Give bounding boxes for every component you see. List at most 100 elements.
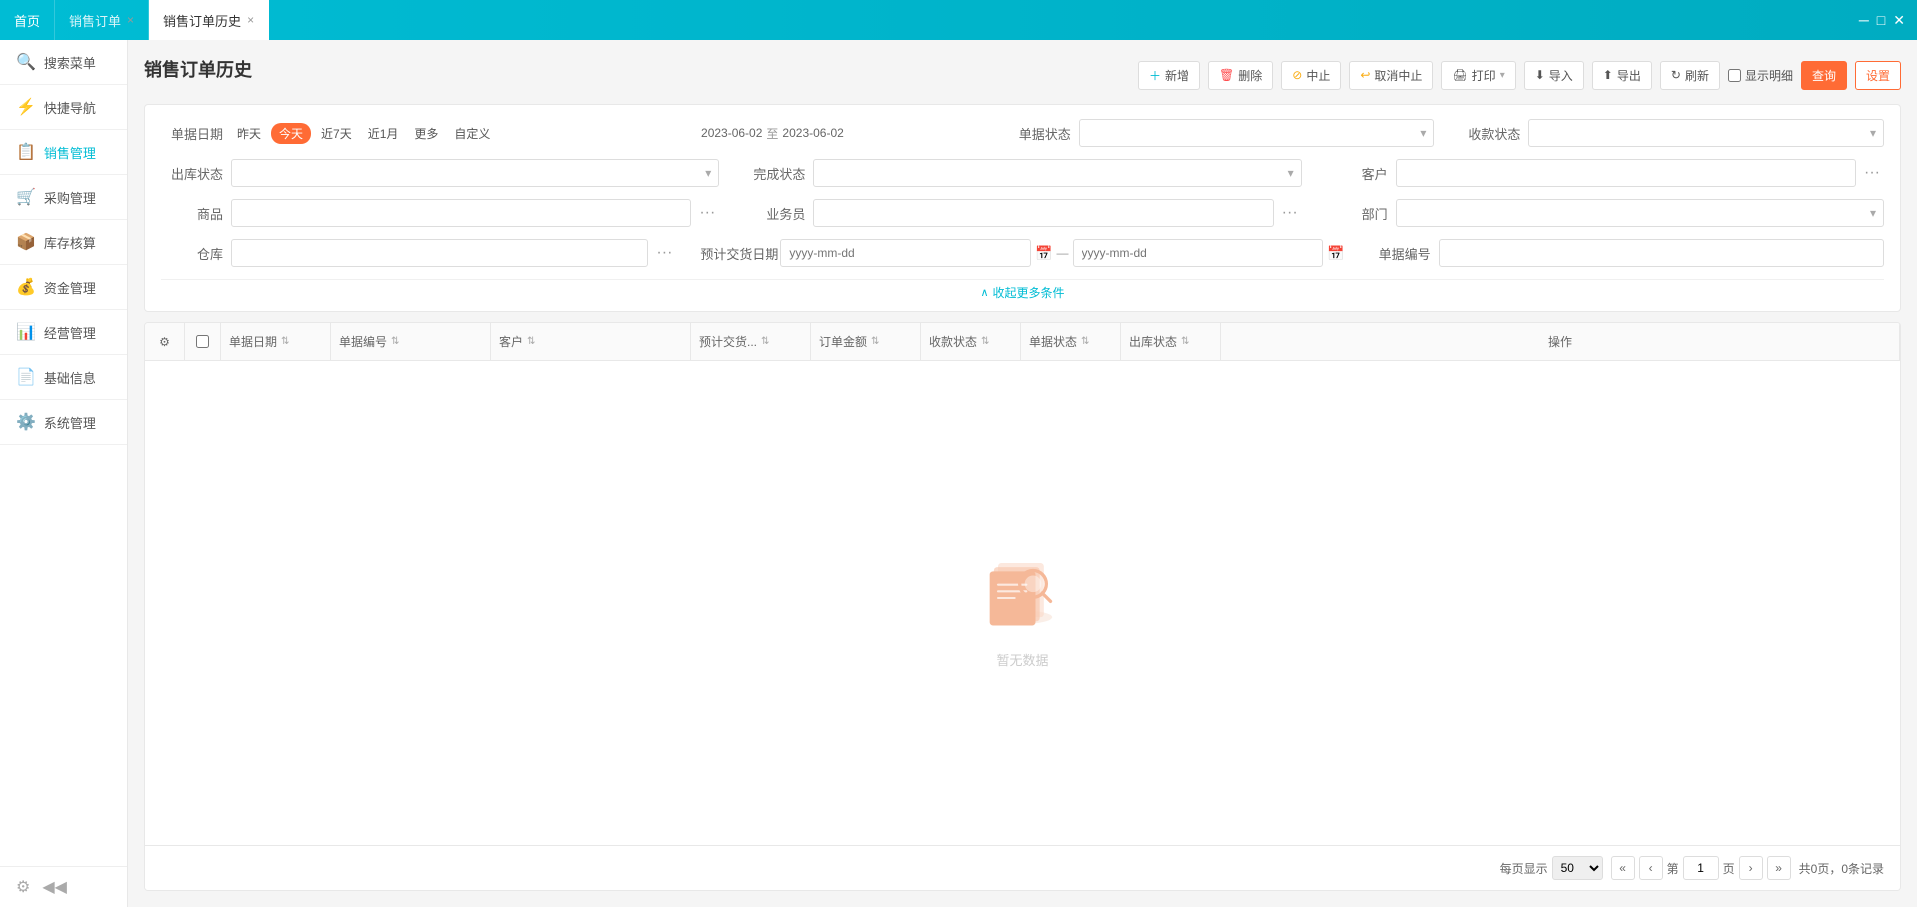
sort-outbound-icon[interactable]: ⇅ [1181,336,1189,347]
last-page-button[interactable]: » [1767,856,1791,880]
sidebar-item-basic-info[interactable]: 📄 基础信息 [0,355,127,400]
page-number-input[interactable] [1683,856,1719,880]
outbound-status-select[interactable] [231,159,719,187]
receipt-status-select[interactable] [1528,119,1884,147]
inventory-icon: 📦 [16,232,36,252]
search-icon: 🔍 [16,52,36,72]
tab-sales-order-history-close[interactable]: × [247,13,254,27]
delete-button[interactable]: 🗑 删除 [1208,61,1273,90]
query-button[interactable]: 查询 [1801,61,1847,90]
outbound-status-select-wrapper [231,159,719,187]
sidebar-item-sales[interactable]: 📋 销售管理 [0,130,127,175]
display-toggle[interactable]: 显示明细 [1728,67,1793,84]
doc-status-select[interactable] [1079,119,1435,147]
salesperson-input[interactable] [813,199,1273,227]
display-toggle-checkbox[interactable] [1728,69,1741,82]
delivery-date-from[interactable] [780,239,1031,267]
sort-receipt-icon[interactable]: ⇅ [981,336,989,347]
main-layout: 🔍 搜索菜单 ⚡ 快捷导航 📋 销售管理 🛒 采购管理 📦 库存核算 💰 资金管… [0,40,1917,907]
product-more-dots[interactable]: ··· [695,204,719,222]
filter-delivery-date-label: 预计交货日期 [700,244,780,263]
tab-sales-order[interactable]: 销售订单 × [55,0,149,40]
sidebar-item-inventory-label: 库存核算 [44,233,96,252]
customer-more-dots[interactable]: ··· [1860,164,1884,182]
filter-outbound-label: 出库状态 [161,164,231,183]
sidebar-item-finance[interactable]: 💰 资金管理 [0,265,127,310]
th-check[interactable] [185,323,221,360]
product-input[interactable] [231,199,691,227]
window-max-icon[interactable]: □ [1877,13,1885,27]
window-close-icon[interactable]: ✕ [1893,13,1905,27]
date-btn-7days[interactable]: 近7天 [315,123,358,144]
date-btn-custom[interactable]: 自定义 [448,123,496,144]
quick-nav-icon: ⚡ [16,97,36,117]
per-page-dropdown[interactable]: 50 100 200 [1552,856,1603,880]
filter-warehouse: 仓库 ··· [161,239,676,267]
sort-number-icon[interactable]: ⇅ [391,336,399,347]
page-title: 销售订单历史 [144,56,252,82]
warehouse-more-dots[interactable]: ··· [652,244,676,262]
content-area: 销售订单历史 ＋ 新增 🗑 删除 ⊘ 中止 ↩ 取消中止 [128,40,1917,907]
column-settings-icon[interactable]: ⚙ [159,335,170,349]
first-page-button[interactable]: « [1611,856,1635,880]
date-to-text: 2023-06-02 [782,126,843,140]
settings-button[interactable]: 设置 [1855,61,1901,90]
date-from-text: 2023-06-02 [701,126,762,140]
warehouse-input[interactable] [231,239,648,267]
filter-warehouse-control: ··· [231,239,676,267]
next-page-button[interactable]: › [1739,856,1763,880]
sidebar-item-operations[interactable]: 📊 经营管理 [0,310,127,355]
add-button[interactable]: ＋ 新增 [1138,61,1200,90]
date-btn-today[interactable]: 今天 [271,123,311,144]
sort-date-icon[interactable]: ⇅ [281,336,289,347]
sidebar-bottom[interactable]: ⚙ ◀◀ [0,866,127,907]
doc-number-input[interactable] [1439,239,1884,267]
sidebar-item-quick-nav-label: 快捷导航 [44,98,96,117]
sidebar-item-inventory[interactable]: 📦 库存核算 [0,220,127,265]
bottom-volume-icon[interactable]: ◀◀ [42,877,67,897]
th-settings[interactable]: ⚙ [145,323,185,360]
window-min-icon[interactable]: ─ [1859,13,1869,27]
select-all-checkbox[interactable] [196,335,209,348]
tab-sales-order-history[interactable]: 销售订单历史 × [149,0,269,40]
tab-home[interactable]: 首页 [0,0,55,40]
delivery-date-to[interactable] [1073,239,1324,267]
date-btn-1month[interactable]: 近1月 [362,123,405,144]
cancel-stop-button[interactable]: ↩ 取消中止 [1349,61,1433,90]
collapse-button[interactable]: ∧ 收起更多条件 [161,279,1884,303]
th-outbound: 出库状态 ⇅ [1121,323,1221,360]
prev-page-button[interactable]: ‹ [1639,856,1663,880]
delivery-from-calendar-icon[interactable]: 📅 [1035,245,1052,262]
tab-sales-order-close[interactable]: × [127,13,134,27]
filter-date-display: 2023-06-02 至 2023-06-02 [701,125,985,142]
salesperson-more-dots[interactable]: ··· [1278,204,1302,222]
sidebar-item-purchase[interactable]: 🛒 采购管理 [0,175,127,220]
page-label-before: 第 [1667,860,1679,877]
sort-status-icon[interactable]: ⇅ [1081,336,1089,347]
export-button[interactable]: ⬆ 导出 [1592,61,1652,90]
delivery-to-calendar-icon[interactable]: 📅 [1327,245,1344,262]
sort-amount-icon[interactable]: ⇅ [871,336,879,347]
bottom-settings-icon[interactable]: ⚙ [16,877,30,897]
date-btn-more[interactable]: 更多 [408,123,444,144]
filter-completion-label: 完成状态 [743,164,813,183]
department-select[interactable] [1396,199,1884,227]
print-button[interactable]: 🖨 打印 ▾ [1441,61,1515,90]
sort-delivery-icon[interactable]: ⇅ [761,336,769,347]
sidebar-item-system[interactable]: ⚙️ 系统管理 [0,400,127,445]
stop-button[interactable]: ⊘ 中止 [1281,61,1341,90]
filter-customer-control: ··· [1396,159,1884,187]
refresh-button[interactable]: ↻ 刷新 [1660,61,1720,90]
customer-input[interactable] [1396,159,1856,187]
stop-icon: ⊘ [1292,68,1302,82]
filter-salesperson-control: ··· [813,199,1301,227]
sidebar-item-search-label: 搜索菜单 [44,53,96,72]
sidebar-item-quick-nav[interactable]: ⚡ 快捷导航 [0,85,127,130]
sort-customer-icon[interactable]: ⇅ [527,336,535,347]
th-receipt-label: 收款状态 [929,333,977,350]
date-btn-yesterday[interactable]: 昨天 [231,123,267,144]
import-button[interactable]: ⬇ 导入 [1524,61,1584,90]
collapse-label: 收起更多条件 [993,284,1065,301]
sidebar-item-search[interactable]: 🔍 搜索菜单 [0,40,127,85]
completion-status-select[interactable] [813,159,1301,187]
